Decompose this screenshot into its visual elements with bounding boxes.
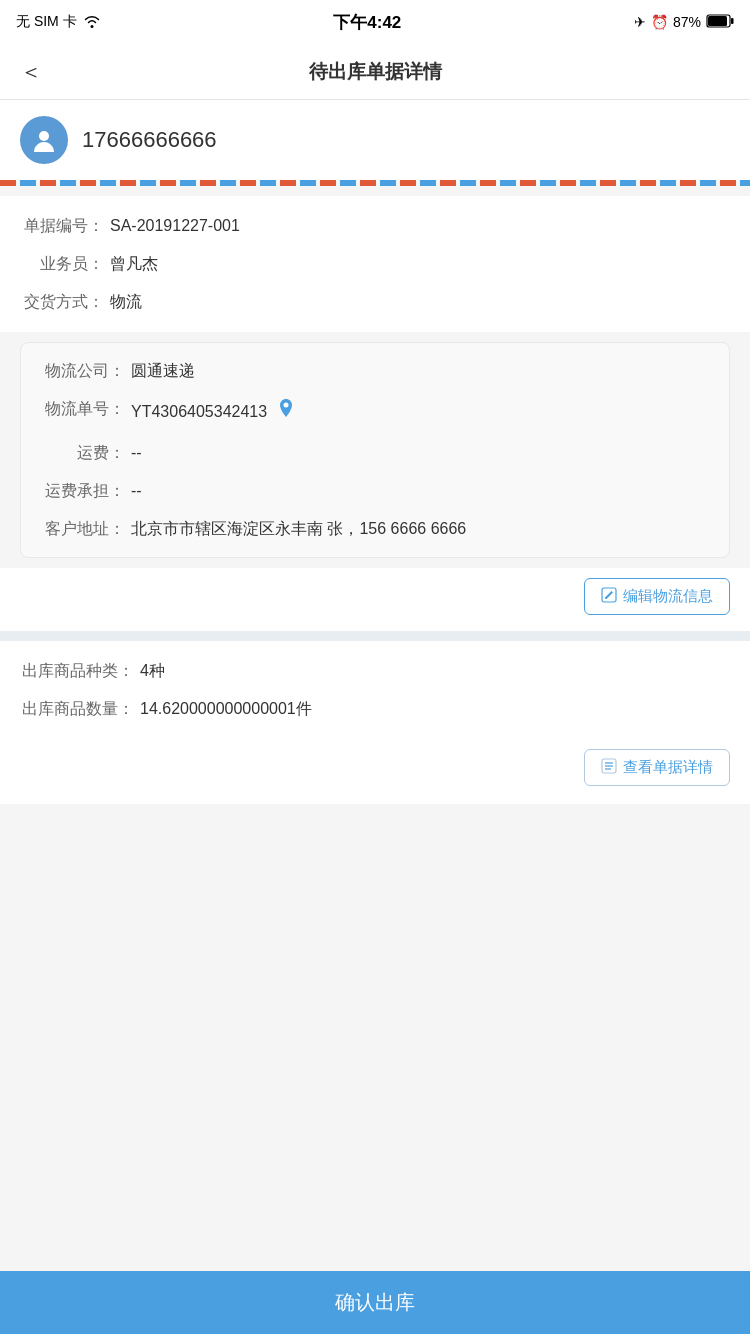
edit-btn-label: 编辑物流信息 bbox=[623, 587, 713, 606]
goods-section: 出库商品种类： 4种 出库商品数量： 14.620000000000001件 bbox=[0, 641, 750, 739]
view-detail-button[interactable]: 查看单据详情 bbox=[584, 749, 730, 786]
freight-bear-label: 运费承担： bbox=[41, 479, 131, 503]
logistics-tracking-value: YT43064053424​13 bbox=[131, 397, 709, 427]
wifi-icon bbox=[83, 14, 101, 31]
status-time: 下午4:42 bbox=[333, 11, 401, 34]
logistics-tracking-label: 物流单号： bbox=[41, 397, 131, 421]
goods-quantity-row: 出库商品数量： 14.620000000000001件 bbox=[20, 697, 730, 721]
status-bar: 无 SIM 卡 下午4:42 ✈ ⏰ 87% bbox=[0, 0, 750, 44]
section-divider bbox=[0, 631, 750, 641]
delivery-value: 物流 bbox=[110, 290, 730, 314]
customer-header: 17666666666 bbox=[0, 100, 750, 180]
view-detail-btn-label: 查看单据详情 bbox=[623, 758, 713, 777]
dashed-separator bbox=[0, 180, 750, 186]
order-number-value: SA-20191227-001 bbox=[110, 214, 730, 238]
location-status-icon: ✈ bbox=[634, 14, 646, 30]
list-icon bbox=[601, 758, 617, 777]
battery-icon bbox=[706, 14, 734, 31]
address-label: 客户地址： bbox=[41, 517, 131, 541]
status-right: ✈ ⏰ 87% bbox=[634, 14, 734, 31]
freight-bear-value: -- bbox=[131, 479, 709, 503]
tracking-number-text: YT43064053424​13 bbox=[131, 400, 267, 424]
freight-bear-row: 运费承担： -- bbox=[41, 479, 709, 503]
svg-point-4 bbox=[284, 403, 289, 408]
logistics-company-value: 圆通速递 bbox=[131, 359, 709, 383]
staff-value: 曾凡杰 bbox=[110, 252, 730, 276]
view-detail-row: 查看单据详情 bbox=[0, 739, 750, 804]
alarm-icon: ⏰ bbox=[651, 14, 668, 30]
delivery-label: 交货方式： bbox=[20, 290, 110, 314]
goods-quantity-label: 出库商品数量： bbox=[20, 697, 140, 721]
goods-types-value: 4种 bbox=[140, 659, 730, 683]
battery-percent: 87% bbox=[673, 14, 701, 30]
goods-types-row: 出库商品种类： 4种 bbox=[20, 659, 730, 683]
logistics-tracking-row: 物流单号： YT43064053424​13 bbox=[41, 397, 709, 427]
customer-avatar bbox=[20, 116, 68, 164]
delivery-row: 交货方式： 物流 bbox=[20, 290, 730, 314]
logistics-company-label: 物流公司： bbox=[41, 359, 131, 383]
svg-rect-2 bbox=[731, 18, 734, 24]
edit-logistics-button[interactable]: 编辑物流信息 bbox=[584, 578, 730, 615]
tracking-location-icon[interactable] bbox=[275, 397, 297, 427]
confirm-btn-container: 确认出库 bbox=[0, 1271, 750, 1334]
nav-bar: ＜ 待出库单据详情 bbox=[0, 44, 750, 100]
goods-quantity-value: 14.620000000000001件 bbox=[140, 697, 730, 721]
status-left: 无 SIM 卡 bbox=[16, 13, 101, 31]
page-title: 待出库单据详情 bbox=[54, 59, 696, 85]
address-row: 客户地址： 北京市市辖区海淀区永丰南 张，156 6666 6666 bbox=[41, 517, 709, 541]
freight-label: 运费： bbox=[41, 441, 131, 465]
staff-label: 业务员： bbox=[20, 252, 110, 276]
edit-icon bbox=[601, 587, 617, 606]
freight-value: -- bbox=[131, 441, 709, 465]
no-sim-text: 无 SIM 卡 bbox=[16, 13, 77, 31]
content-spacer bbox=[0, 804, 750, 1004]
logistics-company-row: 物流公司： 圆通速递 bbox=[41, 359, 709, 383]
order-info-section: 单据编号： SA-20191227-001 业务员： 曾凡杰 交货方式： 物流 bbox=[0, 196, 750, 332]
goods-types-label: 出库商品种类： bbox=[20, 659, 140, 683]
staff-row: 业务员： 曾凡杰 bbox=[20, 252, 730, 276]
svg-point-3 bbox=[39, 131, 49, 141]
confirm-outbound-button[interactable]: 确认出库 bbox=[0, 1289, 750, 1316]
logistics-box: 物流公司： 圆通速递 物流单号： YT43064053424​13 运费： --… bbox=[20, 342, 730, 558]
customer-phone: 17666666666 bbox=[82, 127, 217, 153]
order-number-row: 单据编号： SA-20191227-001 bbox=[20, 214, 730, 238]
svg-rect-1 bbox=[708, 16, 727, 26]
freight-row: 运费： -- bbox=[41, 441, 709, 465]
address-value: 北京市市辖区海淀区永丰南 张，156 6666 6666 bbox=[131, 517, 709, 541]
edit-btn-row: 编辑物流信息 bbox=[0, 568, 750, 631]
order-number-label: 单据编号： bbox=[20, 214, 110, 238]
back-button[interactable]: ＜ bbox=[20, 49, 54, 95]
